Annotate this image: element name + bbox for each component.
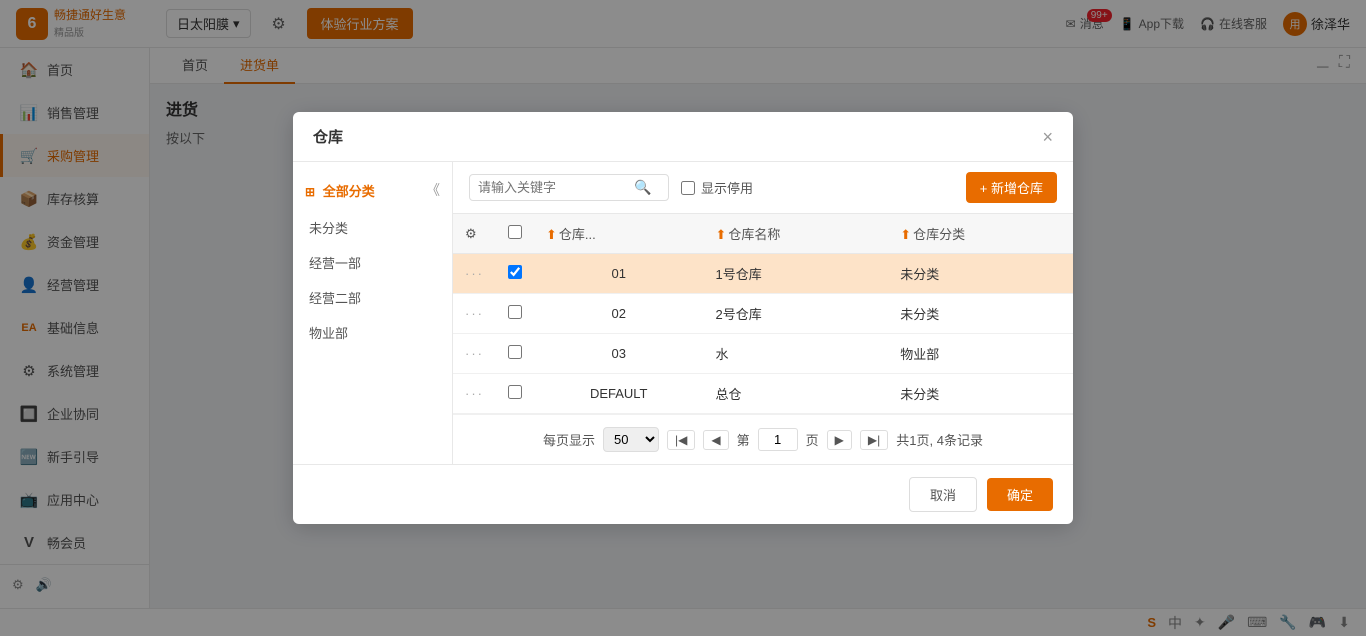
category-all-label: 全部分类 bbox=[323, 184, 375, 199]
sort-code-icon: ⬆ bbox=[546, 227, 557, 242]
table-row[interactable]: ··· 01 1号仓库 未分类 bbox=[453, 254, 1073, 294]
page-prev-button[interactable]: ◀ bbox=[703, 430, 728, 450]
row-number: 03 bbox=[534, 334, 703, 374]
page-next-button[interactable]: ▶ bbox=[827, 430, 852, 450]
page-last-button[interactable]: ▶| bbox=[860, 430, 888, 450]
modal-category-header: ⊞ 全部分类 《 bbox=[293, 174, 452, 210]
per-page-select[interactable]: 50 100 200 bbox=[603, 427, 659, 452]
th-gear: ⚙ bbox=[453, 214, 496, 254]
row-checkbox[interactable] bbox=[508, 305, 522, 319]
row-checkbox-cell bbox=[496, 334, 534, 374]
row-category: 未分类 bbox=[888, 254, 1073, 294]
search-icon: 🔍 bbox=[634, 179, 651, 196]
category-item-dept2[interactable]: 经营二部 bbox=[293, 280, 452, 315]
th-name: ⬆仓库名称 bbox=[703, 214, 888, 254]
row-checkbox[interactable] bbox=[508, 385, 522, 399]
page-summary: 共1页, 4条记录 bbox=[896, 430, 983, 449]
modal-close-button[interactable]: × bbox=[1042, 128, 1053, 146]
show-disabled-label[interactable]: 显示停用 bbox=[681, 178, 753, 197]
page-number-input[interactable] bbox=[758, 428, 798, 451]
cancel-button[interactable]: 取消 bbox=[909, 477, 977, 512]
row-number: 01 bbox=[534, 254, 703, 294]
modal-footer: 取消 确定 bbox=[293, 464, 1073, 524]
category-grid-icon: ⊞ bbox=[305, 185, 315, 199]
th-category: ⬆仓库分类 bbox=[888, 214, 1073, 254]
row-checkbox-cell bbox=[496, 294, 534, 334]
th-code: ⬆仓库... bbox=[534, 214, 703, 254]
category-item-dept1[interactable]: 经营一部 bbox=[293, 245, 452, 280]
table-row[interactable]: ··· DEFAULT 总仓 未分类 bbox=[453, 374, 1073, 414]
row-name: 1号仓库 bbox=[703, 254, 888, 294]
warehouse-table: ⚙ ⬆仓库... ⬆仓库名称 ⬆仓库分类 ··· 01 1号仓库 未分类 ·· bbox=[453, 214, 1073, 414]
row-checkbox-cell bbox=[496, 254, 534, 294]
row-number: DEFAULT bbox=[534, 374, 703, 414]
row-category: 物业部 bbox=[888, 334, 1073, 374]
row-number: 02 bbox=[534, 294, 703, 334]
modal-overlay: 仓库 × ⊞ 全部分类 《 未分类 经营一部 经营二部 物业部 bbox=[0, 0, 1366, 636]
page-label: 第 bbox=[737, 430, 750, 449]
modal-main-content: 🔍 显示停用 + 新增仓库 ⚙ bbox=[453, 162, 1073, 464]
search-box: 🔍 bbox=[469, 174, 669, 201]
sidebar-collapse-button[interactable]: 《 bbox=[426, 180, 440, 200]
modal-pagination: 每页显示 50 100 200 |◀ ◀ 第 页 ▶ ▶| 共1页, 4条记录 bbox=[453, 414, 1073, 464]
sort-category-icon: ⬆ bbox=[900, 227, 911, 242]
row-actions[interactable]: ··· bbox=[453, 294, 496, 334]
modal-title: 仓库 bbox=[313, 126, 343, 147]
table-header: ⚙ ⬆仓库... ⬆仓库名称 ⬆仓库分类 bbox=[453, 214, 1073, 254]
show-disabled-checkbox[interactable] bbox=[681, 181, 695, 195]
row-category: 未分类 bbox=[888, 294, 1073, 334]
page-first-button[interactable]: |◀ bbox=[667, 430, 695, 450]
category-item-property[interactable]: 物业部 bbox=[293, 315, 452, 350]
row-dots-icon[interactable]: ··· bbox=[465, 386, 484, 401]
row-actions[interactable]: ··· bbox=[453, 254, 496, 294]
row-dots-icon[interactable]: ··· bbox=[465, 266, 484, 281]
row-dots-icon[interactable]: ··· bbox=[465, 306, 484, 321]
row-checkbox-cell bbox=[496, 374, 534, 414]
show-disabled-text: 显示停用 bbox=[701, 178, 753, 197]
add-warehouse-button[interactable]: + 新增仓库 bbox=[966, 172, 1057, 203]
row-actions[interactable]: ··· bbox=[453, 374, 496, 414]
row-name: 总仓 bbox=[703, 374, 888, 414]
search-input[interactable] bbox=[478, 180, 628, 195]
table-header-row: ⚙ ⬆仓库... ⬆仓库名称 ⬆仓库分类 bbox=[453, 214, 1073, 254]
gear-header-icon: ⚙ bbox=[465, 226, 477, 241]
row-checkbox[interactable] bbox=[508, 265, 522, 279]
row-name: 水 bbox=[703, 334, 888, 374]
warehouse-table-wrapper: ⚙ ⬆仓库... ⬆仓库名称 ⬆仓库分类 ··· 01 1号仓库 未分类 ·· bbox=[453, 214, 1073, 414]
modal-toolbar: 🔍 显示停用 + 新增仓库 bbox=[453, 162, 1073, 214]
table-row[interactable]: ··· 02 2号仓库 未分类 bbox=[453, 294, 1073, 334]
modal-header: 仓库 × bbox=[293, 112, 1073, 162]
row-checkbox[interactable] bbox=[508, 345, 522, 359]
th-checkbox bbox=[496, 214, 534, 254]
row-name: 2号仓库 bbox=[703, 294, 888, 334]
table-body: ··· 01 1号仓库 未分类 ··· 02 2号仓库 未分类 ··· 03 水… bbox=[453, 254, 1073, 414]
modal-body: ⊞ 全部分类 《 未分类 经营一部 经营二部 物业部 🔍 bbox=[293, 162, 1073, 464]
row-dots-icon[interactable]: ··· bbox=[465, 346, 484, 361]
row-category: 未分类 bbox=[888, 374, 1073, 414]
page-unit: 页 bbox=[806, 430, 819, 449]
select-all-checkbox[interactable] bbox=[508, 225, 522, 239]
row-actions[interactable]: ··· bbox=[453, 334, 496, 374]
warehouse-modal: 仓库 × ⊞ 全部分类 《 未分类 经营一部 经营二部 物业部 bbox=[293, 112, 1073, 524]
confirm-button[interactable]: 确定 bbox=[987, 478, 1053, 511]
per-page-label: 每页显示 bbox=[543, 430, 595, 449]
table-row[interactable]: ··· 03 水 物业部 bbox=[453, 334, 1073, 374]
category-item-unclassified[interactable]: 未分类 bbox=[293, 210, 452, 245]
sort-name-icon: ⬆ bbox=[715, 227, 726, 242]
modal-category-sidebar: ⊞ 全部分类 《 未分类 经营一部 经营二部 物业部 bbox=[293, 162, 453, 464]
